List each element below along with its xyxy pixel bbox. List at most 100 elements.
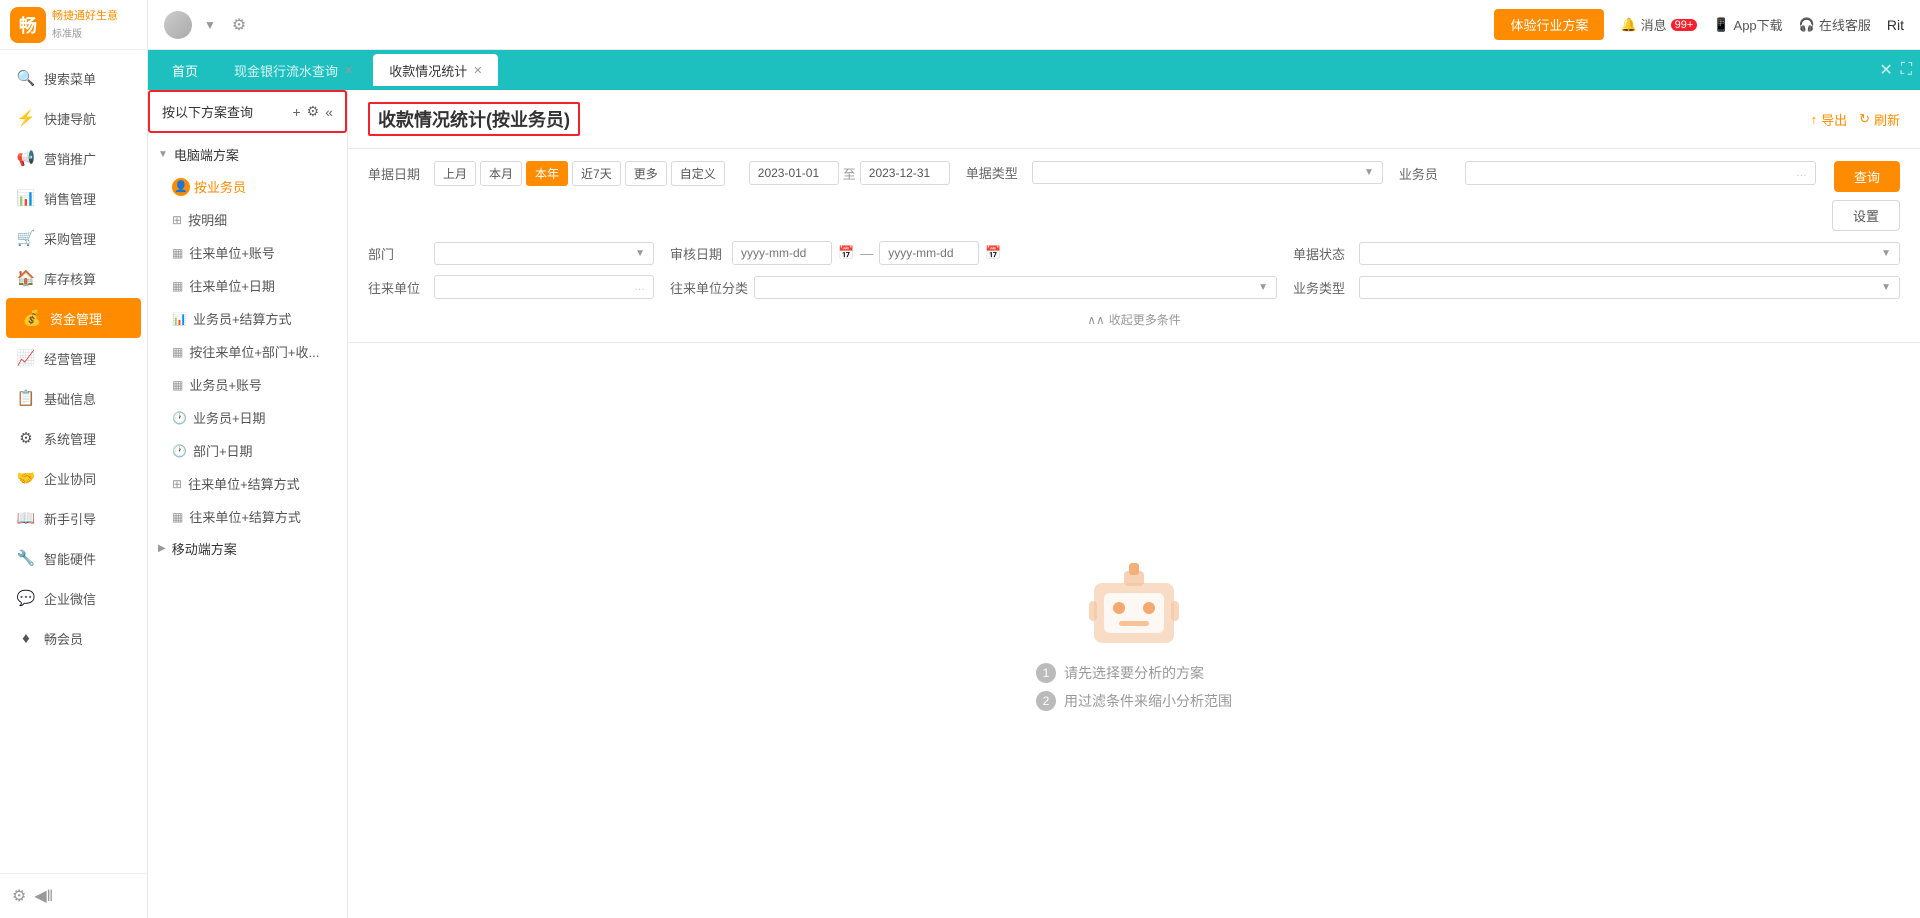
scheme-item[interactable]: ▦往来单位+日期 (148, 269, 347, 302)
scheme-item[interactable]: 🕐业务员+日期 (148, 401, 347, 434)
scheme-item[interactable]: ⊞往来单位+结算方式 (148, 467, 347, 500)
scheme-group-header[interactable]: ▶移动端方案 (148, 533, 347, 564)
partner-select[interactable]: … (434, 275, 654, 299)
nav-icon: ⚡ (16, 108, 36, 128)
salesman-more-icon[interactable]: … (1796, 167, 1807, 179)
gear-icon[interactable]: ⚙ (12, 886, 26, 906)
scheme-group: ▶移动端方案 (148, 533, 347, 564)
scheme-settings-button[interactable]: ⚙ (307, 103, 320, 120)
date-from-input[interactable] (749, 161, 839, 185)
edition-badge: 标准版 (52, 25, 118, 40)
salesman-select[interactable]: … (1465, 161, 1816, 185)
sidebar-item-经营管理[interactable]: 📈经营管理 (0, 338, 147, 378)
user-name-item[interactable]: Rit (1887, 17, 1904, 33)
sidebar-item-系统管理[interactable]: ⚙系统管理 (0, 418, 147, 458)
sidebar-item-企业协同[interactable]: 🤝企业协同 (0, 458, 147, 498)
filter-collapse-button[interactable]: ∧∧ 收起更多条件 (368, 305, 1900, 334)
export-label: 导出 (1821, 110, 1847, 129)
step2-text: 用过滤条件来缩小分析范围 (1064, 691, 1232, 711)
tab-collection-stats-close[interactable]: ✕ (473, 64, 482, 77)
date-option-更多[interactable]: 更多 (625, 161, 667, 186)
date-option-近7天[interactable]: 近7天 (572, 161, 621, 186)
online-service-item[interactable]: 🎧 在线客服 (1799, 15, 1871, 34)
sidebar-item-基础信息[interactable]: 📋基础信息 (0, 378, 147, 418)
scheme-item-icon: ▦ (172, 378, 183, 392)
notification-icon: 🔔 (1620, 17, 1636, 33)
sidebar-item-新手引导[interactable]: 📖新手引导 (0, 498, 147, 538)
collapse-icon[interactable]: ◀‖ (34, 886, 53, 906)
close-window-icon[interactable]: ✕ (1879, 60, 1892, 80)
scheme-item-icon: ⊞ (172, 213, 182, 227)
tab-home[interactable]: 首页 (156, 61, 214, 80)
review-date-to-input[interactable] (879, 241, 979, 265)
scheme-item[interactable]: 👤按业务员 (148, 170, 347, 203)
review-date-calendar-icon[interactable]: 📅 (838, 245, 854, 261)
maximize-window-icon[interactable]: ⛶ (1901, 61, 1912, 79)
sidebar-item-库存核算[interactable]: 🏠库存核算 (0, 258, 147, 298)
date-to-input[interactable] (860, 161, 950, 185)
scheme-item[interactable]: ▦按往来单位+部门+收... (148, 335, 347, 368)
scheme-item[interactable]: ⊞ 按明细 (148, 203, 347, 236)
review-date-dash: — (860, 246, 873, 261)
query-button[interactable]: 查询 (1834, 161, 1900, 192)
tab-collection-stats[interactable]: 收款情况统计 ✕ (373, 54, 498, 86)
nav-label: 采购管理 (44, 229, 96, 248)
nav-icon: 🔧 (16, 548, 36, 568)
dept-select[interactable]: ▼ (434, 242, 654, 265)
scheme-group-arrow: ▶ (158, 543, 166, 554)
nav-label: 畅会员 (44, 629, 83, 648)
sidebar-item-资金管理[interactable]: 💰资金管理 (6, 298, 141, 338)
empty-step-1: 1 请先选择要分析的方案 (1036, 663, 1232, 683)
date-option-本月[interactable]: 本月 (480, 161, 522, 186)
export-icon: ↑ (1811, 112, 1818, 127)
sidebar-item-快捷导航[interactable]: ⚡快捷导航 (0, 98, 147, 138)
scheme-item[interactable]: ▦业务员+账号 (148, 368, 347, 401)
date-option-本年[interactable]: 本年 (526, 161, 568, 186)
partner-type-label: 往来单位分类 (670, 278, 748, 297)
tab-bank-flow-label: 现金银行流水查询 (234, 61, 338, 80)
scheme-group-header[interactable]: ▼电脑端方案 (148, 139, 347, 170)
logo-name: 畅捷通好生意 (52, 9, 118, 23)
scheme-item-icon: ⊞ (172, 477, 182, 491)
topbar-dropdown-icon[interactable]: ▼ (204, 18, 216, 32)
sidebar-item-企业微信[interactable]: 💬企业微信 (0, 578, 147, 618)
refresh-button[interactable]: ↻ 刷新 (1859, 110, 1900, 129)
review-date-from-input[interactable] (732, 241, 832, 265)
sidebar-item-营销推广[interactable]: 📢营销推广 (0, 138, 147, 178)
scheme-item[interactable]: 🕐部门+日期 (148, 434, 347, 467)
nav-icon: 🤝 (16, 468, 36, 488)
app-download-item[interactable]: 📱 App下载 (1713, 15, 1782, 34)
logo-icon: 畅 (10, 7, 46, 43)
scheme-collapse-button[interactable]: « (325, 104, 333, 120)
date-option-自定义[interactable]: 自定义 (671, 161, 725, 186)
nav-label: 新手引导 (44, 509, 96, 528)
scheme-list: ▼电脑端方案👤按业务员 ⊞ 按明细 ▦往来单位+账号▦往来单位+日期📊业务员+结算方式… (148, 133, 347, 918)
collapse-up-icon: ∧∧ (1087, 313, 1105, 327)
export-button[interactable]: ↑ 导出 (1811, 110, 1848, 129)
sidebar-item-采购管理[interactable]: 🛒采购管理 (0, 218, 147, 258)
sidebar-item-畅会员[interactable]: ♦畅会员 (0, 618, 147, 658)
partner-type-select[interactable]: ▼ (754, 276, 1277, 299)
date-option-上月[interactable]: 上月 (434, 161, 476, 186)
review-date-to-calendar-icon[interactable]: 📅 (985, 245, 1001, 261)
tab-bank-flow[interactable]: 现金银行流水查询 ✕ (218, 54, 369, 86)
partner-more-icon[interactable]: … (634, 281, 645, 293)
trial-button[interactable]: 体验行业方案 (1494, 9, 1604, 40)
tab-bank-flow-close[interactable]: ✕ (344, 64, 353, 77)
biz-type-select[interactable]: ▼ (1359, 276, 1900, 299)
service-icon: 🎧 (1799, 17, 1815, 33)
nav-icon: 📋 (16, 388, 36, 408)
sidebar-item-搜索菜单[interactable]: 🔍搜索菜单 (0, 58, 147, 98)
doc-type-select[interactable]: ▼ (1032, 161, 1383, 184)
scheme-item[interactable]: ▦往来单位+结算方式 (148, 500, 347, 533)
sidebar-item-智能硬件[interactable]: 🔧智能硬件 (0, 538, 147, 578)
scheme-item[interactable]: ▦往来单位+账号 (148, 236, 347, 269)
scheme-item[interactable]: 📊业务员+结算方式 (148, 302, 347, 335)
sidebar-item-销售管理[interactable]: 📊销售管理 (0, 178, 147, 218)
scheme-add-button[interactable]: + (292, 104, 300, 120)
scheme-item-label: 按明细 (188, 210, 227, 229)
doc-status-select[interactable]: ▼ (1359, 242, 1900, 265)
topbar-gear-icon[interactable]: ⚙ (232, 15, 246, 35)
filter-settings-button[interactable]: 设置 (1832, 200, 1900, 231)
notification-item[interactable]: 🔔 消息 99+ (1620, 15, 1697, 34)
